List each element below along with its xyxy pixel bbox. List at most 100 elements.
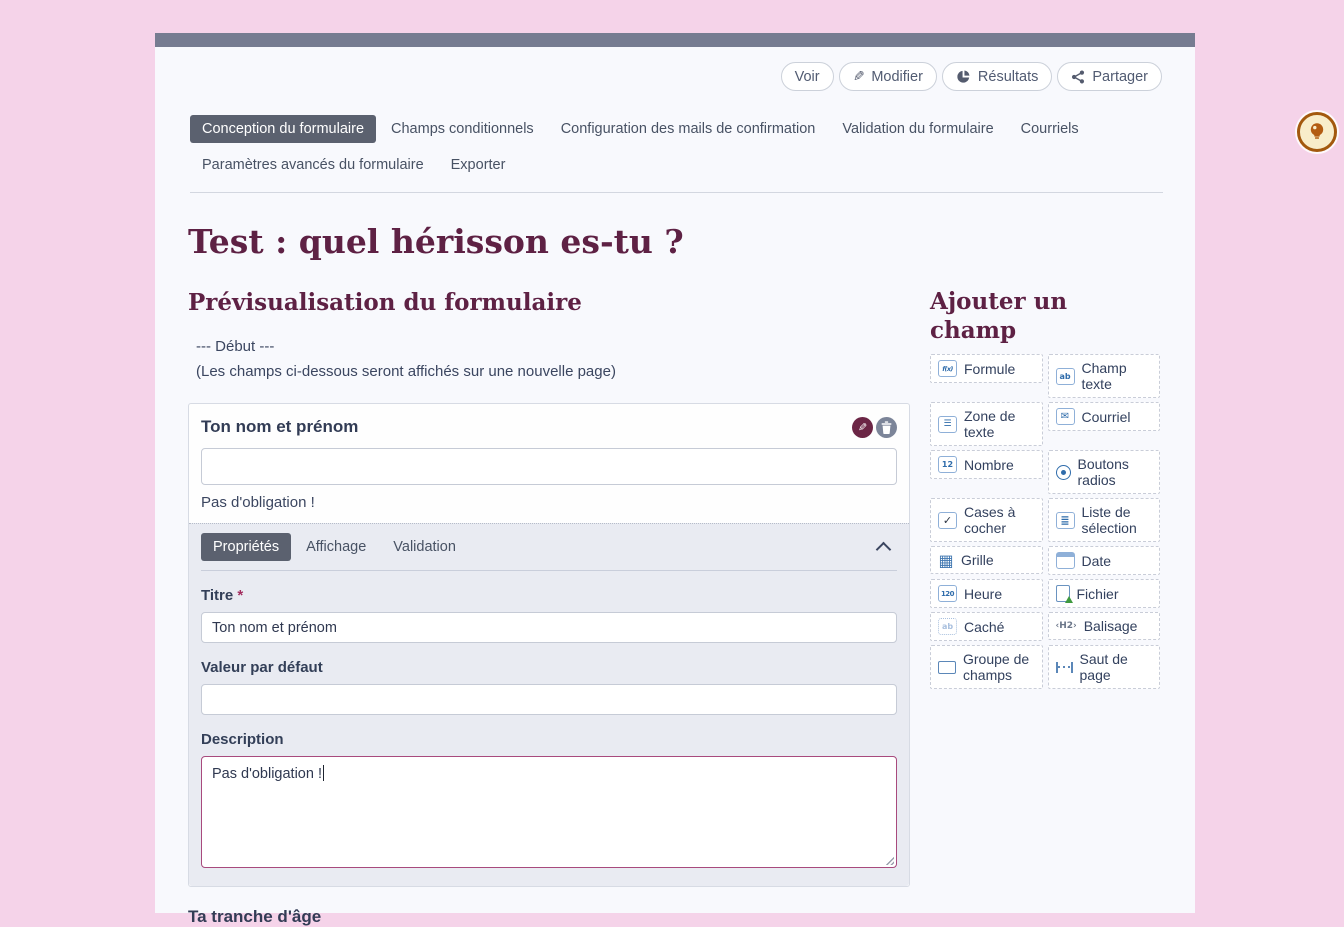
view-button-label: Voir xyxy=(795,69,820,85)
edit-button[interactable]: Modifier xyxy=(839,62,937,91)
add-grille-button[interactable]: Grille xyxy=(930,546,1043,574)
calendar-icon xyxy=(1056,552,1075,569)
radio-icon xyxy=(1056,465,1071,480)
add-field-label: Courriel xyxy=(1082,409,1131,425)
form-nav-tabs: Conception du formulaire Champs conditio… xyxy=(190,115,1163,193)
results-button-label: Résultats xyxy=(978,69,1038,85)
description-label: Description xyxy=(201,731,897,748)
add-boutons-radios-button[interactable]: Boutons radios xyxy=(1048,450,1161,494)
add-field-sidebar: Ajouter un champ Formule Champ texte Zon… xyxy=(930,287,1160,689)
pencil-icon xyxy=(853,68,865,85)
textarea-icon xyxy=(938,416,957,433)
add-field-label: Saut de page xyxy=(1080,651,1153,683)
add-field-label: Fichier xyxy=(1077,586,1119,602)
form-field-card: Ton nom et prénom Pas d'obligation ! Pro… xyxy=(188,403,910,887)
title-field-label: Titre * xyxy=(201,587,897,604)
grid-icon xyxy=(938,553,954,568)
description-textarea-value: Pas d'obligation ! xyxy=(212,766,322,782)
add-groupe-de-champs-button[interactable]: Groupe de champs xyxy=(930,645,1043,689)
add-field-label: Formule xyxy=(964,361,1015,377)
tab-conception-du-formulaire[interactable]: Conception du formulaire xyxy=(190,115,376,143)
number-icon xyxy=(938,456,957,473)
edit-button-label: Modifier xyxy=(871,69,923,85)
add-field-label: Groupe de champs xyxy=(963,651,1035,683)
add-field-label: Nombre xyxy=(964,457,1014,473)
pagebreak-icon xyxy=(1056,662,1073,673)
checkboxes-icon xyxy=(938,512,957,529)
default-value-input[interactable] xyxy=(201,684,897,715)
markup-icon xyxy=(1056,619,1077,634)
add-field-label: Zone de texte xyxy=(964,408,1035,440)
tab-validation-du-formulaire[interactable]: Validation du formulaire xyxy=(830,115,1005,143)
textfield-icon xyxy=(1056,368,1075,385)
add-field-label: Cases à cocher xyxy=(964,504,1035,536)
collapse-chevron-up-icon[interactable] xyxy=(876,541,892,557)
add-cases-a-cocher-button[interactable]: Cases à cocher xyxy=(930,498,1043,542)
add-field-label: Boutons radios xyxy=(1078,456,1153,488)
add-courriel-button[interactable]: Courriel xyxy=(1048,402,1161,431)
tab-parametres-avances[interactable]: Paramètres avancés du formulaire xyxy=(190,151,436,179)
pie-chart-icon xyxy=(956,69,971,84)
results-button[interactable]: Résultats xyxy=(942,62,1052,91)
resize-handle[interactable] xyxy=(884,855,894,865)
add-champ-texte-button[interactable]: Champ texte xyxy=(1048,354,1161,398)
field-editor-panel: Propriétés Affichage Validation Titre * … xyxy=(189,523,909,886)
top-accent-bar xyxy=(155,33,1195,47)
select-icon xyxy=(1056,512,1075,529)
add-zone-de-texte-button[interactable]: Zone de texte xyxy=(930,402,1043,446)
share-button[interactable]: Partager xyxy=(1057,62,1162,91)
tab-courriels[interactable]: Courriels xyxy=(1009,115,1091,143)
formula-icon xyxy=(938,360,957,377)
tab-configuration-mails[interactable]: Configuration des mails de confirmation xyxy=(549,115,828,143)
delete-field-button[interactable] xyxy=(876,417,897,438)
form-preview-column: Prévisualisation du formulaire --- Début… xyxy=(188,288,910,927)
lightbulb-icon xyxy=(1308,122,1326,142)
next-field-label: Ta tranche d'âge xyxy=(188,907,910,927)
title-label-text: Titre xyxy=(201,587,233,604)
add-field-label: Liste de sélection xyxy=(1082,504,1153,536)
nav-tabs-row-2: Paramètres avancés du formulaire Exporte… xyxy=(190,151,1163,179)
field-description-text: Pas d'obligation ! xyxy=(201,494,897,511)
required-asterisk: * xyxy=(237,587,243,604)
field-preview-input[interactable] xyxy=(201,448,897,485)
edit-field-button[interactable] xyxy=(852,417,873,438)
field-label: Ton nom et prénom xyxy=(201,417,849,437)
tab-proprietes[interactable]: Propriétés xyxy=(201,533,291,561)
add-heure-button[interactable]: Heure xyxy=(930,579,1043,608)
tab-champs-conditionnels[interactable]: Champs conditionnels xyxy=(379,115,546,143)
view-button[interactable]: Voir xyxy=(781,62,834,91)
main-content-area: Voir Modifier Résultats Partager Concept… xyxy=(155,33,1195,913)
field-preview-section: Ton nom et prénom Pas d'obligation ! xyxy=(189,404,909,523)
add-field-label: Heure xyxy=(964,586,1002,602)
add-field-grid: Formule Champ texte Zone de texte Courri… xyxy=(930,354,1160,689)
action-toolbar: Voir Modifier Résultats Partager xyxy=(155,62,1195,91)
help-lightbulb-button[interactable] xyxy=(1297,112,1337,152)
add-field-label: Caché xyxy=(964,619,1004,635)
add-balisage-button[interactable]: Balisage xyxy=(1048,612,1161,640)
text-caret xyxy=(323,765,325,781)
email-icon xyxy=(1056,408,1075,425)
add-saut-de-page-button[interactable]: Saut de page xyxy=(1048,645,1161,689)
page-title: Test : quel hérisson es-tu ? xyxy=(188,222,684,262)
share-icon xyxy=(1071,70,1085,84)
add-formule-button[interactable]: Formule xyxy=(930,354,1043,383)
tab-affichage[interactable]: Affichage xyxy=(294,533,378,561)
field-header: Ton nom et prénom xyxy=(201,417,897,438)
add-liste-de-selection-button[interactable]: Liste de sélection xyxy=(1048,498,1161,542)
title-input[interactable] xyxy=(201,612,897,643)
add-field-heading: Ajouter un champ xyxy=(930,287,1090,345)
time-icon xyxy=(938,585,957,602)
fieldset-icon xyxy=(938,661,956,674)
add-field-label: Champ texte xyxy=(1082,360,1153,392)
description-textarea[interactable]: Pas d'obligation ! xyxy=(201,756,897,868)
tab-validation[interactable]: Validation xyxy=(381,533,468,561)
add-cache-button[interactable]: Caché xyxy=(930,612,1043,641)
add-field-label: Balisage xyxy=(1084,618,1138,634)
add-date-button[interactable]: Date xyxy=(1048,546,1161,575)
add-fichier-button[interactable]: Fichier xyxy=(1048,579,1161,608)
trash-icon xyxy=(881,421,892,434)
page-break-note: (Les champs ci-dessous seront affichés s… xyxy=(196,359,910,384)
add-nombre-button[interactable]: Nombre xyxy=(930,450,1043,479)
add-field-label: Date xyxy=(1082,553,1112,569)
tab-exporter[interactable]: Exporter xyxy=(439,151,518,179)
